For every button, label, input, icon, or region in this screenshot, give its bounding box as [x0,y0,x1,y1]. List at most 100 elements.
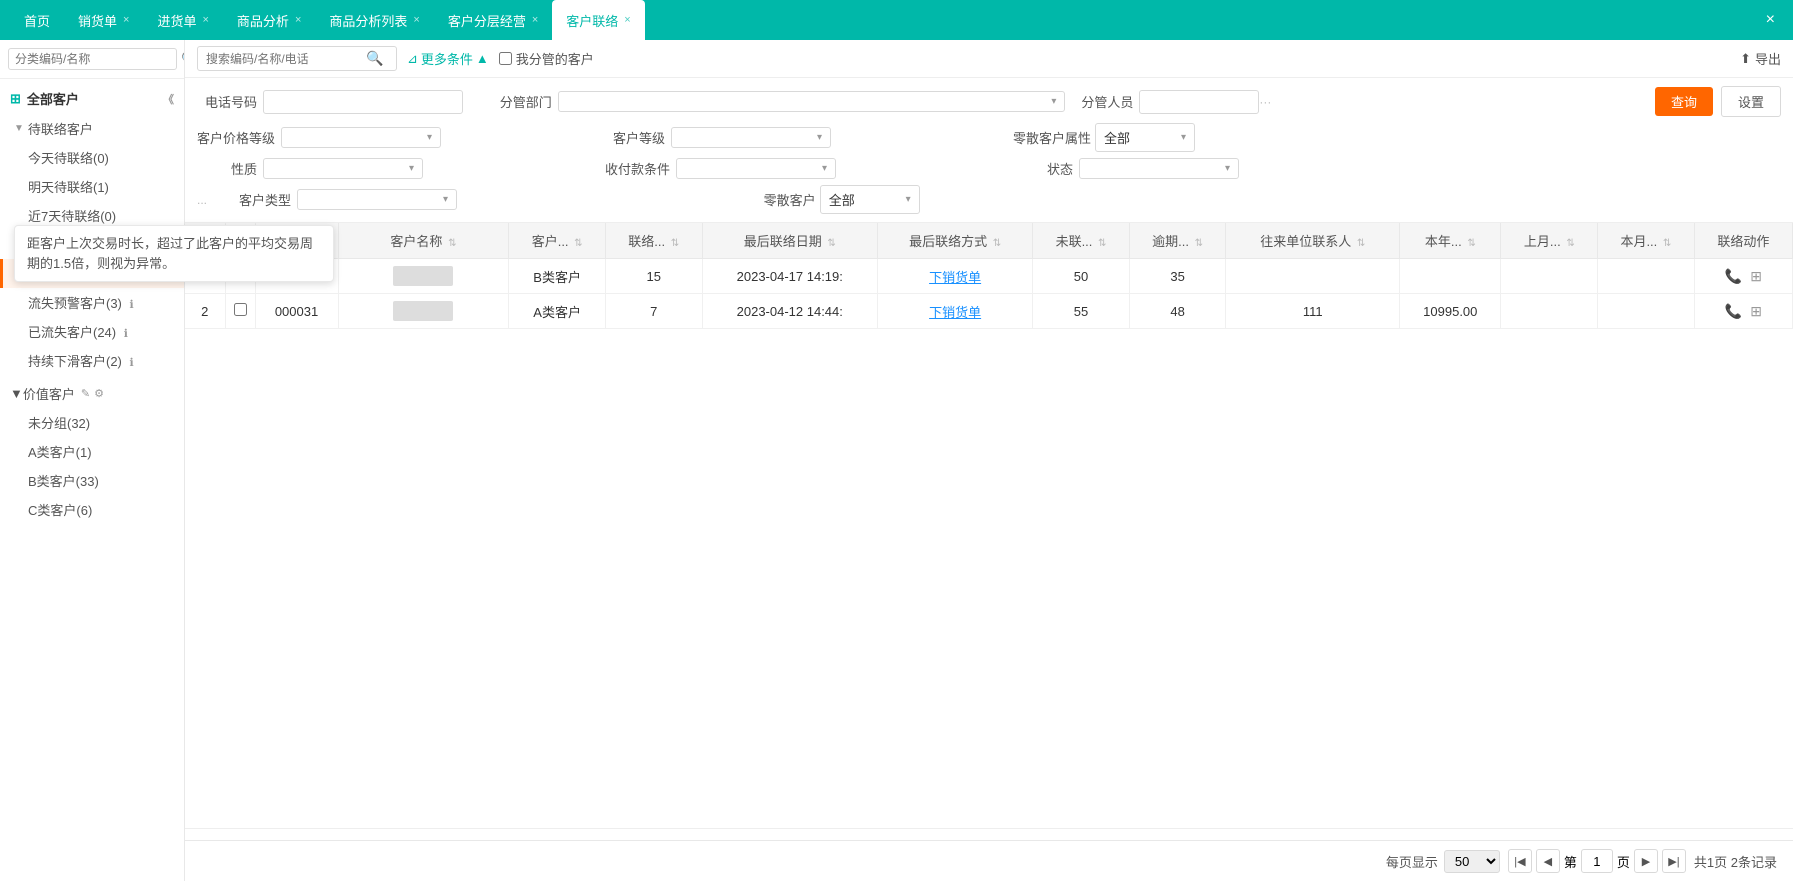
info-icon2[interactable]: ℹ [130,299,134,311]
status-chevron-icon: ▾ [1225,163,1230,174]
edit-icon[interactable]: ✎ [81,387,90,400]
first-page-btn[interactable]: |◀ [1508,849,1532,873]
filter-row-1: 电话号码 分管部门 ▾ 分管人员 ··· 查询 设置 [197,86,1781,117]
info-icon4[interactable]: ℹ [130,357,134,369]
nav-purchase[interactable]: 进货单 × [143,0,222,40]
col-unit-contact-sort-icon[interactable]: ⇅ [1357,238,1365,249]
tooltip-text: 距客户上次交易时长，超过了此客户的平均交易周期的1.5倍，则视为异常。 [185,236,313,271]
col-overdue-sort-icon[interactable]: ⇅ [1195,238,1203,249]
col-last-month-header[interactable]: 上月... ⇅ [1501,223,1598,259]
nav-product-analysis-close[interactable]: × [295,14,301,26]
row2-contact-method-link[interactable]: 下销货单 [929,305,981,320]
col-customer-type-header[interactable]: 客户... ⇅ [509,223,606,259]
row2-check[interactable] [225,294,255,329]
nav-customer-contact-close[interactable]: × [624,14,630,26]
row2-checkbox[interactable] [234,303,247,316]
row2-contact-icon[interactable]: 📞 [1725,303,1742,320]
nav-purchase-close[interactable]: × [202,14,208,26]
price-grade-select[interactable]: ▾ [281,127,441,148]
grade-select[interactable]: ▾ [671,127,831,148]
nav-product-analysis-list[interactable]: 商品分析列表 × [315,0,433,40]
col-name-sort-icon[interactable]: ⇅ [448,238,456,249]
row1-last-contact-method[interactable]: 下销货单 [878,259,1033,294]
nav-product-analysis[interactable]: 商品分析 × [223,0,315,40]
phone-input[interactable] [263,90,463,114]
nav-sales[interactable]: 销货单 × [64,0,143,40]
sidebar-ungrouped[interactable]: 未分组(32) [0,408,184,437]
sidebar-tomorrow-pending[interactable]: 明天待联络(1) [0,172,184,201]
person-more-icon[interactable]: ··· [1259,95,1271,109]
next-page-btn[interactable]: ▶ [1634,849,1658,873]
search-input[interactable] [206,52,366,66]
col-contact-header[interactable]: 联络... ⇅ [605,223,702,259]
row2-grid-icon[interactable]: ⊞ [1750,303,1762,320]
prev-page-btn[interactable]: ◀ [1536,849,1560,873]
sidebar-pending-group[interactable]: ▼ 待联络客户 [0,114,184,143]
row2-last-contact-method[interactable]: 下销货单 [878,294,1033,329]
customer-type-select[interactable]: ▾ [297,189,457,210]
nav-customer-tier[interactable]: 客户分层经营 × [434,0,552,40]
nav-home[interactable]: 首页 [10,0,64,40]
col-last-contact-method-sort-icon[interactable]: ⇅ [993,238,1001,249]
sidebar-today-pending[interactable]: 今天待联络(0) [0,143,184,172]
my-customers-toggle[interactable]: 我分管的客户 [499,49,594,68]
per-page-select[interactable]: 50 100 200 [1444,850,1500,873]
col-this-month-header[interactable]: 本月... ⇅ [1598,223,1695,259]
nav-sales-close[interactable]: × [123,14,129,26]
sidebar-collapse-btn[interactable]: 《 [163,91,174,107]
person-input[interactable] [1139,90,1259,114]
row4-more-btn[interactable]: ... [197,193,207,207]
window-close-button[interactable]: × [1758,11,1783,29]
col-unit-contact-header[interactable]: 往来单位联系人 ⇅ [1226,223,1400,259]
sidebar-already-lost[interactable]: 已流失客户(24) ℹ [0,317,184,346]
payment-terms-select[interactable]: ▾ [676,158,836,179]
col-last-contact-date-sort-icon[interactable]: ⇅ [827,238,835,249]
already-lost-label: 已流失客户(24) [28,325,116,340]
col-name-header[interactable]: 客户名称 ⇅ [338,223,509,259]
sidebar-all-customers[interactable]: ⊞ 全部客户 《 [0,83,184,114]
row1-contact-method-link[interactable]: 下销货单 [929,270,981,285]
col-contact-sort-icon[interactable]: ⇅ [671,238,679,249]
config-icon[interactable]: ⚙ [94,387,104,400]
sidebar-value-group[interactable]: ▼ 价值客户 ✎ ⚙ [0,379,184,408]
export-btn[interactable]: ⬆ 导出 [1740,49,1781,68]
my-customers-checkbox[interactable] [499,52,512,65]
col-last-contact-method-header[interactable]: 最后联络方式 ⇅ [878,223,1033,259]
zero-retail-attr-select[interactable]: 全部 ▾ [1095,123,1195,152]
nav-product-analysis-list-close[interactable]: × [413,14,419,26]
col-uncontacted-sort-icon[interactable]: ⇅ [1098,238,1106,249]
gender-select[interactable]: ▾ [263,158,423,179]
zero-retail-select2[interactable]: 全部 ▾ [820,185,920,214]
col-overdue-header[interactable]: 逾期... ⇅ [1129,223,1226,259]
page-number-input[interactable] [1581,849,1613,873]
sidebar-a-class[interactable]: A类客户(1) [0,437,184,466]
dept-select[interactable]: ▾ [558,91,1066,112]
sidebar-b-class[interactable]: B类客户(33) [0,466,184,495]
col-this-month-sort-icon[interactable]: ⇅ [1663,238,1671,249]
sidebar-c-class[interactable]: C类客户(6) [0,495,184,524]
sidebar-search-input[interactable] [8,48,177,70]
col-uncontacted-header[interactable]: 未联... ⇅ [1033,223,1130,259]
settings-button[interactable]: 设置 [1721,86,1781,117]
query-button[interactable]: 查询 [1655,87,1713,116]
row1-contact-icon[interactable]: 📞 [1725,268,1742,285]
col-this-year-header[interactable]: 本年... ⇅ [1400,223,1501,259]
more-conditions-btn[interactable]: ⊿ 更多条件 ▲ [407,49,489,68]
row1-grid-icon[interactable]: ⊞ [1750,268,1762,285]
last-page-btn[interactable]: ▶| [1662,849,1686,873]
col-last-contact-date-header[interactable]: 最后联络日期 ⇅ [702,223,877,259]
col-last-month-sort-icon[interactable]: ⇅ [1566,238,1574,249]
info-icon3[interactable]: ℹ [124,328,128,340]
col-customer-type-sort-icon[interactable]: ⇅ [574,238,582,249]
nav-sales-label: 销货单 [78,11,117,30]
col-this-year-sort-icon[interactable]: ⇅ [1467,238,1475,249]
filter-search-icon[interactable]: 🔍 [366,50,383,67]
all-customers-label: 全部客户 [27,89,79,108]
nav-customer-tier-close[interactable]: × [532,14,538,26]
sidebar-lost-predicted[interactable]: 流失预警客户(3) ℹ [0,288,184,317]
horizontal-scrollbar[interactable] [185,828,1793,840]
nav-customer-contact[interactable]: 客户联络 × [552,0,644,40]
status-select[interactable]: ▾ [1079,158,1239,179]
sidebar-declining[interactable]: 持续下滑客户(2) ℹ [0,346,184,375]
my-customers-label: 我分管的客户 [516,49,594,68]
